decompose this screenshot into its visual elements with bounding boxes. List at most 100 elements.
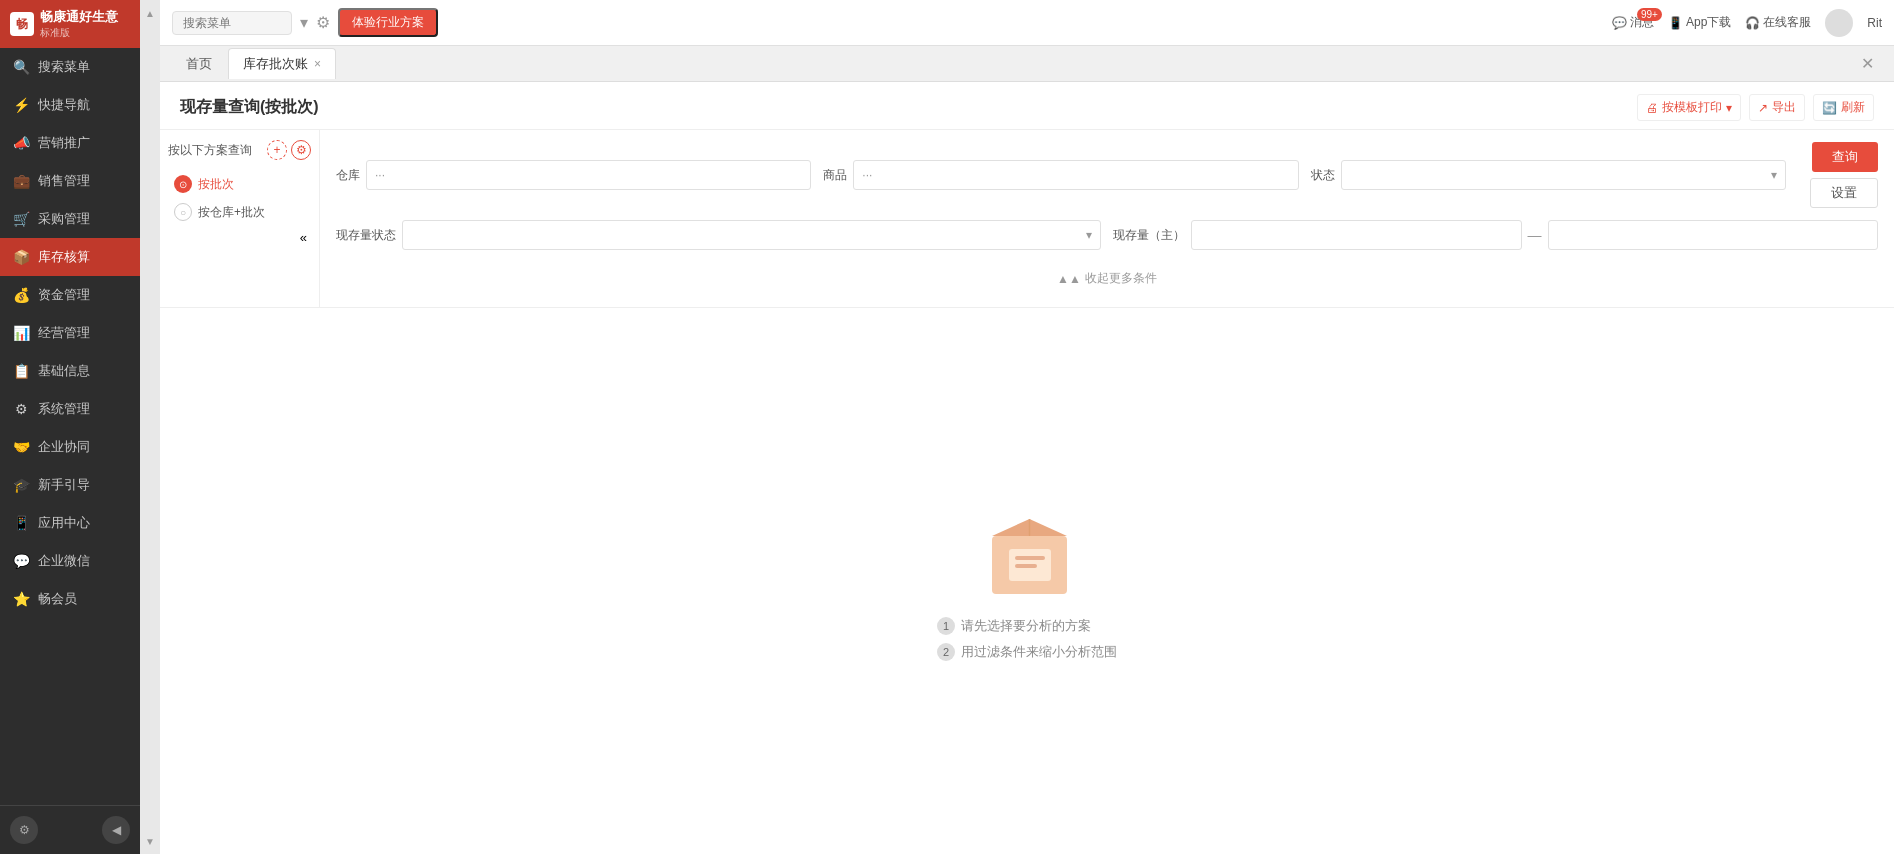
tab-active-label: 库存批次账 (243, 55, 308, 73)
tab-inventory-batch[interactable]: 库存批次账 × (228, 48, 336, 79)
inventory-icon: 📦 (12, 248, 30, 266)
sidebar-item-label: 基础信息 (38, 362, 90, 380)
svg-rect-3 (1015, 556, 1045, 560)
purchase-icon: 🛒 (12, 210, 30, 228)
wechat-icon: 💬 (12, 552, 30, 570)
app-title: 畅康通好生意 (40, 8, 118, 26)
inventory-qty-from[interactable] (1191, 220, 1522, 250)
app-download-button[interactable]: 📱 App下载 (1668, 14, 1731, 31)
tabbar: 首页 库存批次账 × ✕ (160, 46, 1894, 82)
print-dropdown-icon[interactable]: ▾ (1726, 101, 1732, 115)
dropdown-arrow-icon[interactable]: ▾ (300, 13, 308, 32)
sidebar-item-wechat[interactable]: 💬 企业微信 (0, 542, 140, 580)
print-label: 按模板打印 (1662, 99, 1722, 116)
inventory-status-label: 现存量状态 (336, 227, 396, 244)
sidebar-item-enterprise[interactable]: 🤝 企业协同 (0, 428, 140, 466)
sidebar-item-sales[interactable]: 💼 销售管理 (0, 162, 140, 200)
page-header-actions: 🖨 按模板打印 ▾ ↗ 导出 🔄 刷新 (1637, 94, 1874, 121)
marketing-icon: 📣 (12, 134, 30, 152)
empty-illustration (977, 501, 1077, 601)
print-icon: 🖨 (1646, 101, 1658, 115)
apps-icon: 📱 (12, 514, 30, 532)
filter-scheme-warehouse-batch-label: 按仓库+批次 (198, 204, 265, 221)
online-service-button[interactable]: 🎧 在线客服 (1745, 14, 1811, 31)
empty-hint-1: 1 请先选择要分析的方案 (937, 617, 1117, 635)
sidebar-item-quick[interactable]: ⚡ 快捷导航 (0, 86, 140, 124)
sidebar-item-label: 新手引导 (38, 476, 90, 494)
inventory-qty-label: 现存量（主） (1113, 227, 1185, 244)
filter-sidebar: 按以下方案查询 + ⚙ ⊙ 按批次 ○ 按仓库+批次 « (160, 130, 320, 307)
filter-sidebar-title-text: 按以下方案查询 (168, 142, 252, 159)
inventory-qty-to[interactable] (1548, 220, 1879, 250)
service-label: 在线客服 (1763, 14, 1811, 31)
sidebar-item-label: 经营管理 (38, 324, 90, 342)
sales-icon: 💼 (12, 172, 30, 190)
hint-2-text: 用过滤条件来缩小分析范围 (961, 643, 1117, 661)
avatar[interactable] (1825, 9, 1853, 37)
sidebar-item-guide[interactable]: 🎓 新手引导 (0, 466, 140, 504)
username-label[interactable]: Rit (1867, 16, 1882, 30)
sidebar-item-apps[interactable]: 📱 应用中心 (0, 504, 140, 542)
filter-scheme-batch[interactable]: ⊙ 按批次 (168, 170, 311, 198)
experience-button[interactable]: 体验行业方案 (338, 8, 438, 37)
sidebar-item-label: 畅会员 (38, 590, 77, 608)
sidebar-item-basic[interactable]: 📋 基础信息 (0, 352, 140, 390)
collapse-more-button[interactable]: ▲▲ 收起更多条件 (336, 262, 1878, 295)
settings-button[interactable]: ⚙ (10, 816, 38, 844)
quick-nav-icon: ⚡ (12, 96, 30, 114)
scroll-down-arrow[interactable]: ▼ (141, 832, 159, 850)
inventory-status-select[interactable]: ▾ (402, 220, 1101, 250)
add-scheme-button[interactable]: + (267, 140, 287, 160)
warehouse-input[interactable]: ··· (366, 160, 811, 190)
sidebar-item-label: 营销推广 (38, 134, 90, 152)
active-scheme-icon: ⊙ (174, 175, 192, 193)
product-input[interactable]: ··· (853, 160, 1298, 190)
messages-button[interactable]: 💬 消息 99+ (1612, 14, 1654, 31)
sidebar-item-purchase[interactable]: 🛒 采购管理 (0, 200, 140, 238)
product-label: 商品 (823, 167, 847, 184)
sidebar-item-management[interactable]: 📊 经营管理 (0, 314, 140, 352)
tab-home-label: 首页 (186, 55, 212, 73)
sidebar-item-finance[interactable]: 💰 资金管理 (0, 276, 140, 314)
search-input[interactable] (172, 11, 292, 35)
main-area: ▾ ⚙ 体验行业方案 💬 消息 99+ 📱 App下载 🎧 在线客服 Rit 首… (160, 0, 1894, 854)
tab-close-main-icon[interactable]: ✕ (1861, 54, 1874, 73)
filter-sidebar-actions: + ⚙ (267, 140, 311, 160)
message-icon: 💬 (1612, 16, 1627, 30)
query-button[interactable]: 查询 (1812, 142, 1878, 172)
sidebar-item-system[interactable]: ⚙ 系统管理 (0, 390, 140, 428)
export-icon: ↗ (1758, 101, 1768, 115)
filter-collapse-button[interactable]: « (168, 226, 311, 249)
sidebar-item-label: 搜索菜单 (38, 58, 90, 76)
settings-gear-icon[interactable]: ⚙ (316, 13, 330, 32)
collapse-button[interactable]: ◀ (102, 816, 130, 844)
status-select[interactable]: ▾ (1341, 160, 1786, 190)
sidebar-nav: 🔍 搜索菜单 ⚡ 快捷导航 📣 营销推广 💼 销售管理 🛒 采购管理 📦 库存核… (0, 48, 140, 805)
management-icon: 📊 (12, 324, 30, 342)
scroll-up-arrow[interactable]: ▲ (141, 4, 159, 22)
refresh-button[interactable]: 🔄 刷新 (1813, 94, 1874, 121)
empty-hints: 1 请先选择要分析的方案 2 用过滤条件来缩小分析范围 (937, 617, 1117, 661)
product-input-dots: ··· (862, 168, 872, 182)
empty-hint-2: 2 用过滤条件来缩小分析范围 (937, 643, 1117, 661)
sidebar: 畅 畅康通好生意 标准版 🔍 搜索菜单 ⚡ 快捷导航 📣 营销推广 💼 销售管理… (0, 0, 140, 854)
filter-scheme-warehouse-batch[interactable]: ○ 按仓库+批次 (168, 198, 311, 226)
tab-close-icon[interactable]: × (314, 57, 321, 71)
status-dropdown-icon: ▾ (1771, 168, 1777, 182)
content-area: 现存量查询(按批次) 🖨 按模板打印 ▾ ↗ 导出 🔄 刷新 (160, 82, 1894, 854)
settings2-button[interactable]: 设置 (1810, 178, 1878, 208)
scheme-settings-button[interactable]: ⚙ (291, 140, 311, 160)
member-icon: ⭐ (12, 590, 30, 608)
tab-home[interactable]: 首页 (172, 49, 226, 79)
sidebar-item-search[interactable]: 🔍 搜索菜单 (0, 48, 140, 86)
topbar: ▾ ⚙ 体验行业方案 💬 消息 99+ 📱 App下载 🎧 在线客服 Rit (160, 0, 1894, 46)
export-button[interactable]: ↗ 导出 (1749, 94, 1805, 121)
print-button[interactable]: 🖨 按模板打印 ▾ (1637, 94, 1741, 121)
basic-icon: 📋 (12, 362, 30, 380)
sidebar-item-marketing[interactable]: 📣 营销推广 (0, 124, 140, 162)
inventory-status-dropdown-icon: ▾ (1086, 228, 1092, 242)
mobile-icon: 📱 (1668, 16, 1683, 30)
sidebar-item-inventory[interactable]: 📦 库存核算 (0, 238, 140, 276)
sidebar-item-member[interactable]: ⭐ 畅会员 (0, 580, 140, 618)
hint-number-1: 1 (937, 617, 955, 635)
